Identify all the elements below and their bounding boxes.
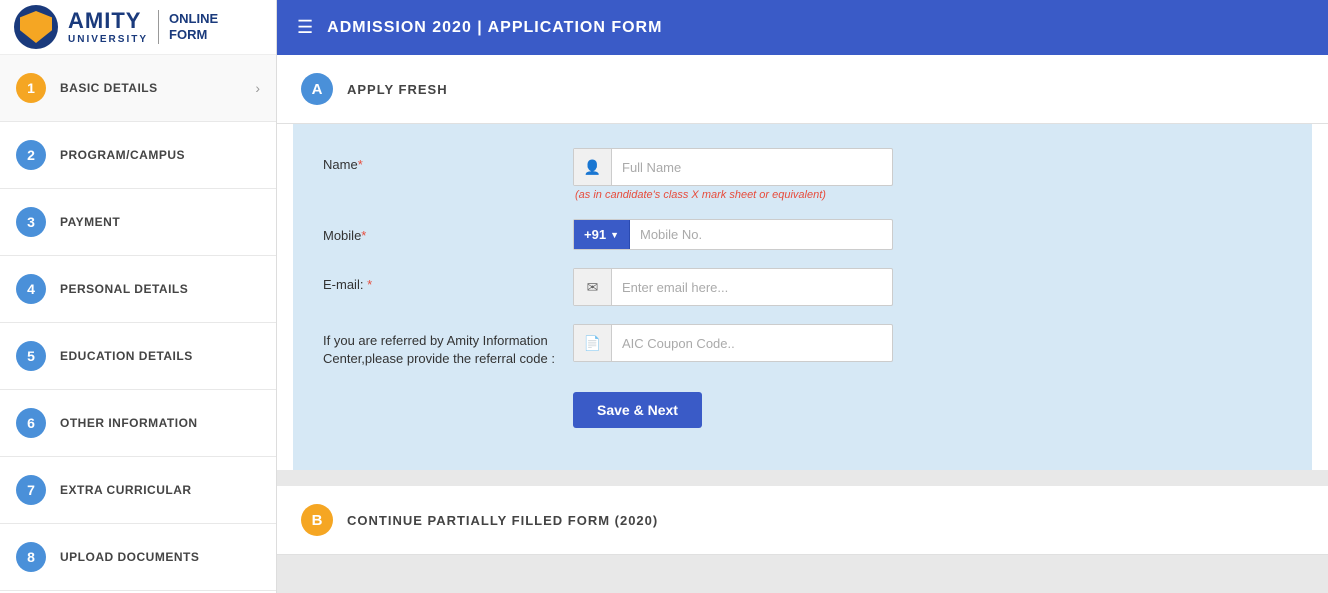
sidebar-label-personal-details: PERSONAL DETAILS: [60, 282, 188, 296]
section-b-title: CONTINUE PARTIALLY FILLED FORM (2020): [347, 513, 658, 528]
shield-icon: [20, 11, 52, 43]
main-content: ☰ ADMISSION 2020 | APPLICATION FORM A AP…: [277, 0, 1328, 593]
sidebar-item-other-information[interactable]: 6 OTHER INFORMATION: [0, 390, 276, 457]
phone-prefix-label: +91: [584, 227, 606, 242]
sidebar-label-other-information: OTHER INFORMATION: [60, 416, 198, 430]
mobile-input-group: +91 ▼: [573, 219, 893, 250]
nav-number-4: 4: [16, 274, 46, 304]
badge-b: B: [301, 504, 333, 536]
sidebar: AMITY UNIVERSITY ONLINE FORM 1 BASIC DET…: [0, 0, 277, 593]
nav-number-7: 7: [16, 475, 46, 505]
nav-number-6: 6: [16, 408, 46, 438]
phone-input-wrapper: +91 ▼: [573, 219, 893, 250]
email-input-group: ✉: [573, 268, 893, 306]
name-input[interactable]: [612, 153, 892, 182]
mobile-row: Mobile* +91 ▼: [323, 219, 1282, 250]
mobile-input[interactable]: [630, 220, 892, 249]
amity-logo-shield: [14, 5, 58, 49]
section-a-title: APPLY FRESH: [347, 82, 448, 97]
save-next-button[interactable]: Save & Next: [573, 392, 702, 428]
section-a-header: A APPLY FRESH: [277, 55, 1328, 124]
referral-input[interactable]: [612, 329, 892, 358]
sidebar-item-extra-curricular[interactable]: 7 EXTRA CURRICULAR: [0, 457, 276, 524]
sidebar-label-program-campus: PROGRAM/CAMPUS: [60, 148, 185, 162]
chevron-right-icon: ›: [255, 80, 260, 96]
sidebar-label-education-details: EDUCATION DETAILS: [60, 349, 193, 363]
logo-amity: AMITY: [68, 9, 148, 33]
email-input-wrapper: ✉: [573, 268, 893, 306]
mobile-label: Mobile*: [323, 219, 573, 245]
nav-number-3: 3: [16, 207, 46, 237]
phone-prefix-button[interactable]: +91 ▼: [574, 220, 630, 249]
referral-row: If you are referred by Amity Information…: [323, 324, 1282, 368]
nav-number-1: 1: [16, 73, 46, 103]
email-row: E-mail: * ✉: [323, 268, 1282, 306]
logo-text: AMITY UNIVERSITY: [68, 9, 148, 44]
name-row: Name* 👤 (as in candidate's class X mark …: [323, 148, 1282, 201]
logo-online-form: ONLINE FORM: [169, 11, 218, 42]
sidebar-label-payment: PAYMENT: [60, 215, 120, 229]
apply-fresh-form: Name* 👤 (as in candidate's class X mark …: [293, 124, 1312, 470]
name-hint: (as in candidate's class X mark sheet or…: [573, 189, 893, 201]
sidebar-item-payment[interactable]: 3 PAYMENT: [0, 189, 276, 256]
nav-number-5: 5: [16, 341, 46, 371]
email-input[interactable]: [612, 273, 892, 302]
logo-online-text: ONLINE: [169, 11, 218, 27]
user-icon: 👤: [574, 149, 612, 185]
topbar: ☰ ADMISSION 2020 | APPLICATION FORM: [277, 0, 1328, 55]
sidebar-item-personal-details[interactable]: 4 PERSONAL DETAILS: [0, 256, 276, 323]
save-button-spacer: [323, 386, 573, 394]
nav-number-2: 2: [16, 140, 46, 170]
caret-down-icon: ▼: [610, 230, 619, 240]
section-b-header: B CONTINUE PARTIALLY FILLED FORM (2020): [277, 486, 1328, 555]
logo-university: UNIVERSITY: [68, 34, 148, 45]
section-apply-fresh: A APPLY FRESH Name* 👤: [277, 55, 1328, 470]
sidebar-label-extra-curricular: EXTRA CURRICULAR: [60, 483, 192, 497]
name-input-wrapper: 👤: [573, 148, 893, 186]
sidebar-label-basic-details: BASIC DETAILS: [60, 81, 158, 95]
sidebar-label-upload-documents: UPLOAD DOCUMENTS: [60, 550, 199, 564]
referral-label: If you are referred by Amity Information…: [323, 324, 573, 368]
logo-divider: [158, 10, 159, 44]
topbar-title: ADMISSION 2020 | APPLICATION FORM: [327, 19, 662, 37]
name-input-group: 👤 (as in candidate's class X mark sheet …: [573, 148, 893, 201]
sidebar-item-education-details[interactable]: 5 EDUCATION DETAILS: [0, 323, 276, 390]
section-continue-form: B CONTINUE PARTIALLY FILLED FORM (2020): [277, 486, 1328, 555]
menu-icon[interactable]: ☰: [297, 17, 313, 38]
logo-area: AMITY UNIVERSITY ONLINE FORM: [0, 0, 276, 55]
content-area: A APPLY FRESH Name* 👤: [277, 55, 1328, 593]
sidebar-item-program-campus[interactable]: 2 PROGRAM/CAMPUS: [0, 122, 276, 189]
logo-form-text: FORM: [169, 27, 218, 43]
referral-input-wrapper: 📄: [573, 324, 893, 362]
badge-a: A: [301, 73, 333, 105]
save-button-row: Save & Next: [323, 386, 1282, 428]
email-icon: ✉: [574, 269, 612, 305]
coupon-icon: 📄: [574, 325, 612, 361]
referral-input-group: 📄: [573, 324, 893, 362]
nav-number-8: 8: [16, 542, 46, 572]
sidebar-item-basic-details[interactable]: 1 BASIC DETAILS ›: [0, 55, 276, 122]
name-label: Name*: [323, 148, 573, 174]
sidebar-item-upload-documents[interactable]: 8 UPLOAD DOCUMENTS: [0, 524, 276, 591]
email-label: E-mail: *: [323, 268, 573, 294]
